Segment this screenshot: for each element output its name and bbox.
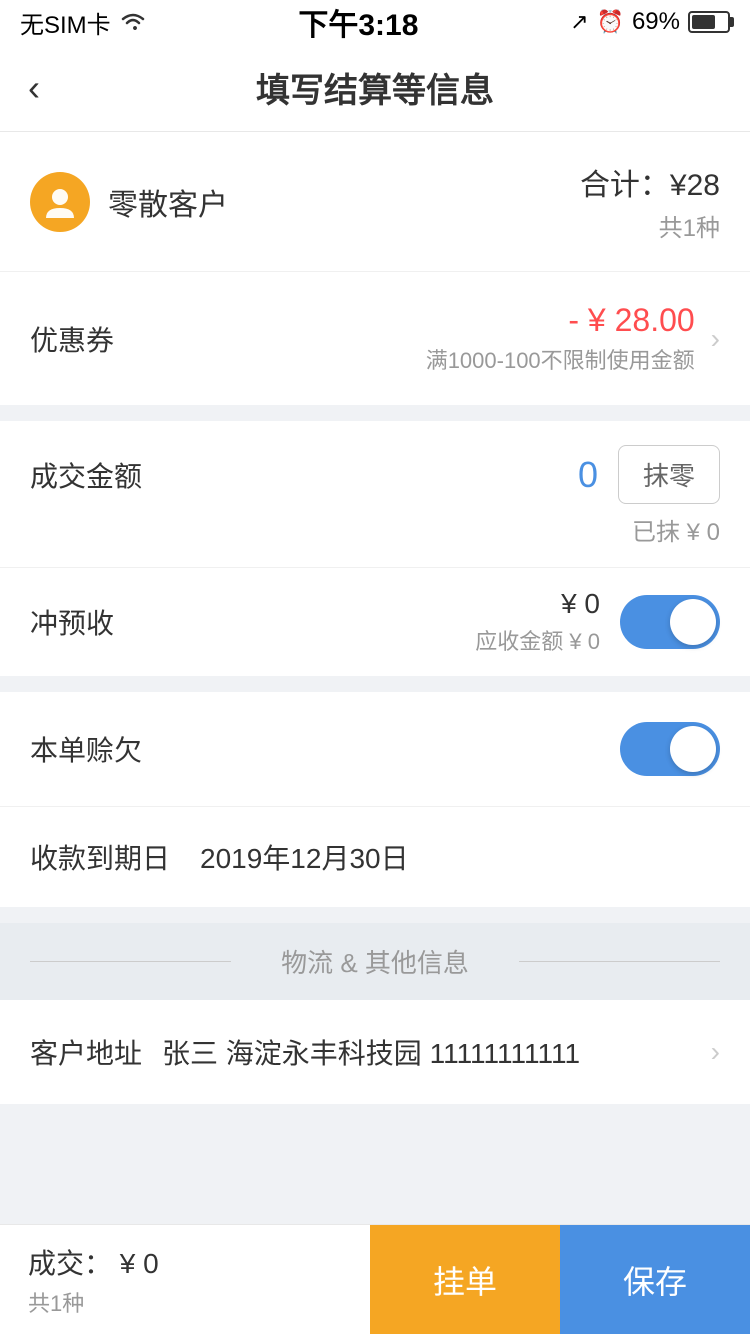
toggle-knob [670,599,716,645]
deal-value: 0 [578,454,598,496]
status-time: 下午3:18 [298,0,418,44]
bottom-info: 成交： ¥ 0 共1种 [0,1242,370,1318]
status-right: ↗ ⏰ 69% [570,8,730,36]
avatar [30,172,90,232]
deal-section: 成交金额 0 抹零 已抹 ¥ 0 冲预收 ¥ 0 应收金额 ¥ 0 [0,421,750,676]
status-left: 无SIM卡 [20,5,147,40]
debt-section: 本单赊欠 收款到期日 2019年12月30日 [0,692,750,907]
hold-order-button[interactable]: 挂单 [370,1225,560,1334]
bottom-deal: 成交： ¥ 0 [28,1242,342,1282]
pre-receive-label: 冲预收 [30,602,114,642]
address-value: 张三 海淀永丰科技园 11111111111 [162,1032,711,1072]
bottom-deal-label: 成交： [28,1248,112,1279]
address-label: 客户地址 [30,1032,142,1072]
divider-line-left [30,961,231,962]
deal-sub: 已抹 ¥ 0 [0,512,750,567]
round-off-button[interactable]: 抹零 [618,445,720,504]
debt-toggle[interactable] [620,722,720,776]
logistics-divider-section: 物流 & 其他信息 [0,923,750,1000]
alarm-icon: ⏰ [597,9,624,35]
divider-line-right [519,961,720,962]
pre-sub-amount: 应收金额 ¥ 0 [475,624,600,656]
deal-value-wrap: 0 抹零 [578,445,720,504]
coupon-desc: 满1000-100不限制使用金额 [426,343,695,375]
pre-receive-row: 冲预收 ¥ 0 应收金额 ¥ 0 [0,567,750,676]
customer-card: 零散客户 合计：¥28 共1种 优惠券 - ¥ 28.00 满1000-100不… [0,132,750,405]
pre-main-amount: ¥ 0 [475,588,600,620]
content: 零散客户 合计：¥28 共1种 优惠券 - ¥ 28.00 满1000-100不… [0,132,750,1320]
battery-percent: 69% [632,8,680,36]
location-icon: ↗ [570,9,588,35]
logistics-section-label: 物流 & 其他信息 [281,943,469,980]
user-avatar-icon [42,184,78,220]
logistics-divider: 物流 & 其他信息 [0,923,750,1000]
address-section: 客户地址 张三 海淀永丰科技园 11111111111 › [0,1000,750,1104]
address-row[interactable]: 客户地址 张三 海淀永丰科技园 11111111111 › [0,1000,750,1104]
debt-label: 本单赊欠 [30,729,142,769]
deal-label: 成交金额 [30,455,142,495]
coupon-row[interactable]: 优惠券 - ¥ 28.00 满1000-100不限制使用金额 › [0,271,750,405]
address-chevron-icon: › [711,1036,720,1068]
total-count: 共1种 [580,208,720,243]
wifi-icon [119,12,147,32]
customer-row: 零散客户 合计：¥28 共1种 [0,132,750,271]
coupon-label: 优惠券 [30,319,114,359]
due-date-value: 2019年12月30日 [200,837,409,877]
due-date-row: 收款到期日 2019年12月30日 [0,806,750,907]
debt-row: 本单赊欠 [0,692,750,806]
customer-left: 零散客户 [30,172,228,232]
bottom-bar: 成交： ¥ 0 共1种 挂单 保存 [0,1224,750,1334]
pre-amounts: ¥ 0 应收金额 ¥ 0 [475,588,600,656]
back-button[interactable]: ‹ [28,67,40,109]
battery-fill [692,15,715,29]
pre-receive-toggle[interactable] [620,595,720,649]
customer-right: 合计：¥28 共1种 [580,160,720,243]
pre-right: ¥ 0 应收金额 ¥ 0 [475,588,720,656]
status-bar: 无SIM卡 下午3:18 ↗ ⏰ 69% [0,0,750,44]
bottom-deal-amount: ¥ 0 [120,1248,159,1279]
nav-bar: ‹ 填写结算等信息 [0,44,750,132]
chevron-right-icon: › [711,323,720,355]
coupon-right: - ¥ 28.00 满1000-100不限制使用金额 › [426,302,720,375]
bottom-count: 共1种 [28,1286,342,1318]
page-title: 填写结算等信息 [256,63,494,112]
deal-row: 成交金额 0 抹零 [0,421,750,512]
debt-toggle-knob [670,726,716,772]
battery-icon [688,11,730,33]
total-amount: 合计：¥28 [580,160,720,204]
customer-name: 零散客户 [108,180,228,224]
save-button[interactable]: 保存 [560,1225,750,1334]
coupon-amount: - ¥ 28.00 [426,302,695,339]
due-date-label: 收款到期日 [30,837,170,877]
coupon-info: - ¥ 28.00 满1000-100不限制使用金额 [426,302,695,375]
sim-text: 无SIM卡 [20,5,111,40]
